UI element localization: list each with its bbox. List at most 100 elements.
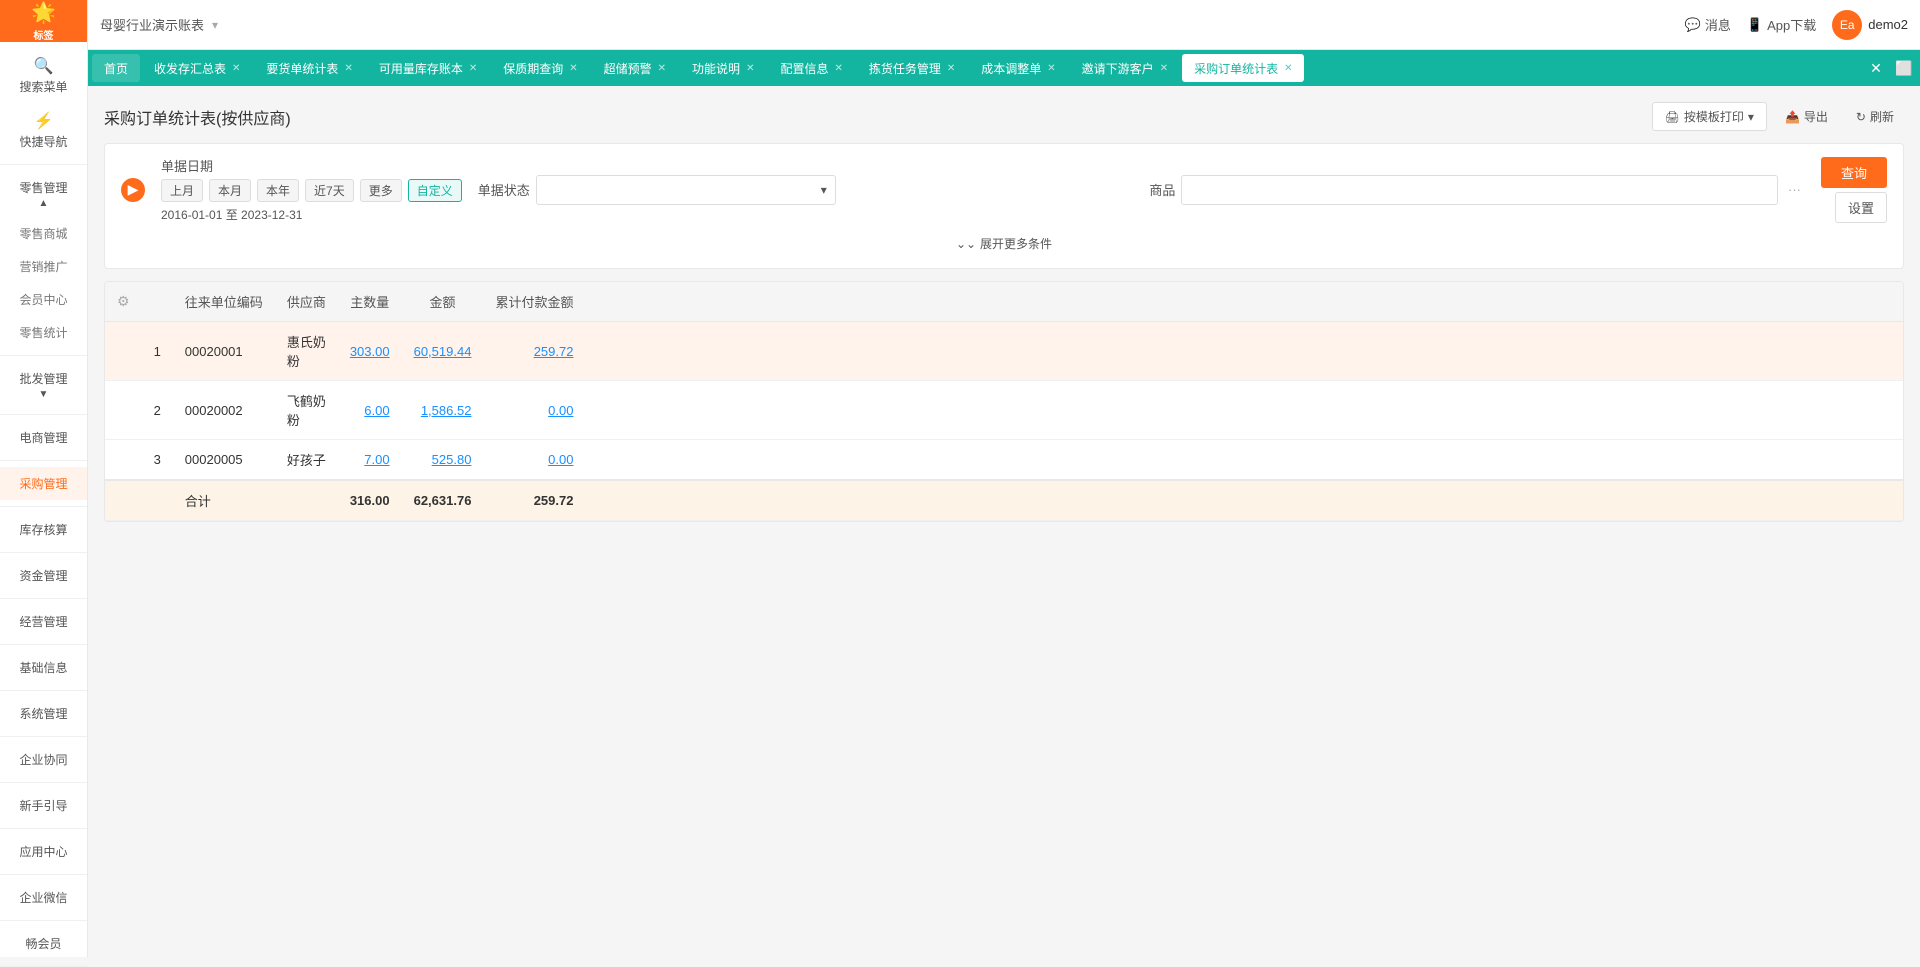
tab-config[interactable]: 配置信息 ✕ — [768, 54, 854, 82]
sidebar-item-wechat[interactable]: 企业微信 — [0, 881, 87, 914]
sidebar-item-retail[interactable]: 零售管理 ▲ — [0, 171, 87, 217]
filter-date-this-month[interactable]: 本月 — [209, 179, 251, 202]
tab-close-btn[interactable]: ✕ — [1864, 56, 1888, 80]
row3-paid[interactable]: 0.00 — [483, 440, 585, 481]
sidebar-item-quick-nav[interactable]: ⚡ 快捷导航 — [0, 103, 87, 158]
tab-overstock[interactable]: 超储预警 ✕ — [592, 54, 678, 82]
sidebar-enterprise-label: 企业协同 — [19, 751, 67, 768]
sidebar-purchase-label: 采购管理 — [19, 475, 67, 492]
tab-config-close[interactable]: ✕ — [834, 63, 842, 74]
filter-goods-input[interactable] — [1181, 175, 1778, 205]
sidebar-item-guide[interactable]: 新手引导 — [0, 789, 87, 822]
tab-receive-summary-close[interactable]: ✕ — [232, 63, 240, 74]
tab-order-summary-close[interactable]: ✕ — [344, 63, 352, 74]
sidebar-basic-section: 基础信息 — [0, 645, 87, 691]
filter-date-7days[interactable]: 近7天 — [305, 179, 354, 202]
tab-invite-downstream[interactable]: 邀请下游客户 ✕ — [1070, 54, 1180, 82]
refresh-button[interactable]: ↻ 刷新 — [1846, 103, 1904, 130]
expand-chevron-icon: ⌄⌄ — [956, 237, 976, 251]
settings-button[interactable]: 设置 — [1835, 192, 1887, 223]
row2-amount[interactable]: 1,586.52 — [402, 381, 484, 440]
tab-cost-adjust[interactable]: 成本调整单 ✕ — [969, 54, 1067, 82]
sidebar-item-retail-mall[interactable]: 零售商城 — [0, 217, 87, 250]
col-header-unit-code: 往来单位编码 — [173, 282, 275, 322]
tab-maximize-btn[interactable]: ⬜ — [1892, 56, 1916, 80]
sidebar-purchase-section: 采购管理 — [0, 461, 87, 507]
sidebar-item-marketing[interactable]: 营销推广 — [0, 250, 87, 283]
tab-warranty-label: 保质期查询 — [503, 60, 563, 77]
sidebar-item-appcenter[interactable]: 应用中心 — [0, 835, 87, 868]
tab-available-stock[interactable]: 可用量库存账本 ✕ — [367, 54, 489, 82]
filter-toggle-btn[interactable]: ▶ — [121, 178, 145, 202]
topbar: 母婴行业演示账表 ▾ 💬 消息 📱 App下载 Ea demo2 — [88, 0, 1920, 50]
topbar-dropdown-arrow[interactable]: ▾ — [212, 18, 218, 32]
tab-func-desc[interactable]: 功能说明 ✕ — [680, 54, 766, 82]
row1-paid[interactable]: 259.72 — [483, 322, 585, 381]
sidebar-guide-label: 新手引导 — [19, 797, 67, 814]
message-label: 消息 — [1705, 15, 1731, 34]
refresh-icon: ↻ — [1856, 110, 1866, 124]
filter-status-select[interactable]: ▾ — [536, 175, 836, 205]
topbar-title: 母婴行业演示账表 — [100, 15, 204, 34]
export-label: 导出 — [1804, 108, 1828, 125]
filter-more-dots[interactable]: ··· — [1784, 182, 1805, 197]
tab-receive-summary[interactable]: 收发存汇总表 ✕ — [142, 54, 252, 82]
sidebar-item-purchase[interactable]: 采购管理 — [0, 467, 87, 500]
print-button[interactable]: 🖨 按模板打印 ▾ — [1652, 102, 1767, 131]
filter-date-more[interactable]: 更多 — [360, 179, 402, 202]
tab-purchase-summary[interactable]: 采购订单统计表 ✕ — [1182, 54, 1304, 82]
tab-invite-downstream-close[interactable]: ✕ — [1160, 63, 1168, 74]
row2-qty[interactable]: 6.00 — [338, 381, 402, 440]
col-settings-icon[interactable]: ⚙ — [117, 293, 130, 309]
sidebar-item-member[interactable]: 会员中心 — [0, 283, 87, 316]
query-button[interactable]: 查询 — [1821, 157, 1887, 188]
sidebar-system-section: 系统管理 — [0, 691, 87, 737]
footer-extra — [585, 480, 1903, 521]
sidebar-retail-mall-label: 零售商城 — [19, 225, 67, 242]
tab-available-stock-close[interactable]: ✕ — [469, 63, 477, 74]
sidebar-item-basic[interactable]: 基础信息 — [0, 651, 87, 684]
sidebar-item-operation[interactable]: 经营管理 — [0, 605, 87, 638]
filter-custom-tag[interactable]: 自定义 — [408, 179, 462, 202]
topbar-right: 💬 消息 📱 App下载 Ea demo2 — [1685, 10, 1908, 40]
row2-paid[interactable]: 0.00 — [483, 381, 585, 440]
sidebar-item-retail-stat[interactable]: 零售统计 — [0, 316, 87, 349]
sidebar-item-member2[interactable]: 畅会员 — [0, 927, 87, 960]
tab-warranty[interactable]: 保质期查询 ✕ — [491, 54, 589, 82]
topbar-message-btn[interactable]: 💬 消息 — [1685, 15, 1731, 34]
print-label: 按模板打印 — [1684, 108, 1744, 125]
sidebar-item-enterprise[interactable]: 企业协同 — [0, 743, 87, 776]
tab-pick-task[interactable]: 拣货任务管理 ✕ — [857, 54, 967, 82]
sidebar: 🌟 标签 🔍 搜索菜单 ⚡ 快捷导航 零售管理 ▲ 零售商城 营销推广 会员中心… — [0, 0, 88, 957]
filter-date-last-month[interactable]: 上月 — [161, 179, 203, 202]
topbar-app-btn[interactable]: 📱 App下载 — [1747, 15, 1816, 34]
sidebar-item-system[interactable]: 系统管理 — [0, 697, 87, 730]
expand-conditions-btn[interactable]: ⌄⌄ 展开更多条件 — [944, 231, 1064, 256]
print-dropdown-arrow[interactable]: ▾ — [1748, 110, 1754, 124]
tab-overstock-close[interactable]: ✕ — [658, 63, 666, 74]
sidebar-item-search[interactable]: 🔍 搜索菜单 — [0, 48, 87, 103]
row3-qty[interactable]: 7.00 — [338, 440, 402, 481]
row3-amount[interactable]: 525.80 — [402, 440, 484, 481]
filter-actions-col: 查询 设置 — [1821, 157, 1887, 223]
tab-func-desc-close[interactable]: ✕ — [746, 63, 754, 74]
tab-order-summary[interactable]: 要货单统计表 ✕ — [254, 54, 364, 82]
sidebar-item-inventory[interactable]: 库存核算 — [0, 513, 87, 546]
topbar-left: 母婴行业演示账表 ▾ — [100, 15, 218, 34]
wholesale-expand-arrow: ▼ — [39, 389, 49, 400]
tab-home[interactable]: 首页 — [92, 54, 140, 82]
sidebar-item-finance[interactable]: 资金管理 — [0, 559, 87, 592]
export-button[interactable]: 📤 导出 — [1775, 103, 1838, 130]
tab-pick-task-close[interactable]: ✕ — [947, 63, 955, 74]
filter-date-this-year[interactable]: 本年 — [257, 179, 299, 202]
row1-amount[interactable]: 60,519.44 — [402, 322, 484, 381]
tab-purchase-summary-close[interactable]: ✕ — [1284, 63, 1292, 74]
topbar-user[interactable]: Ea demo2 — [1832, 10, 1908, 40]
sidebar-item-wholesale[interactable]: 批发管理 ▼ — [0, 362, 87, 408]
row1-qty[interactable]: 303.00 — [338, 322, 402, 381]
sidebar-item-ecommerce[interactable]: 电商管理 — [0, 421, 87, 454]
tab-cost-adjust-close[interactable]: ✕ — [1047, 63, 1055, 74]
filter-row: ▶ 单据日期 上月 本月 本年 近7天 更多 自定义 2016-01-01 至 … — [121, 156, 1887, 223]
tab-warranty-close[interactable]: ✕ — [569, 63, 577, 74]
filter-status-field: 单据状态 ▾ — [478, 175, 1134, 205]
